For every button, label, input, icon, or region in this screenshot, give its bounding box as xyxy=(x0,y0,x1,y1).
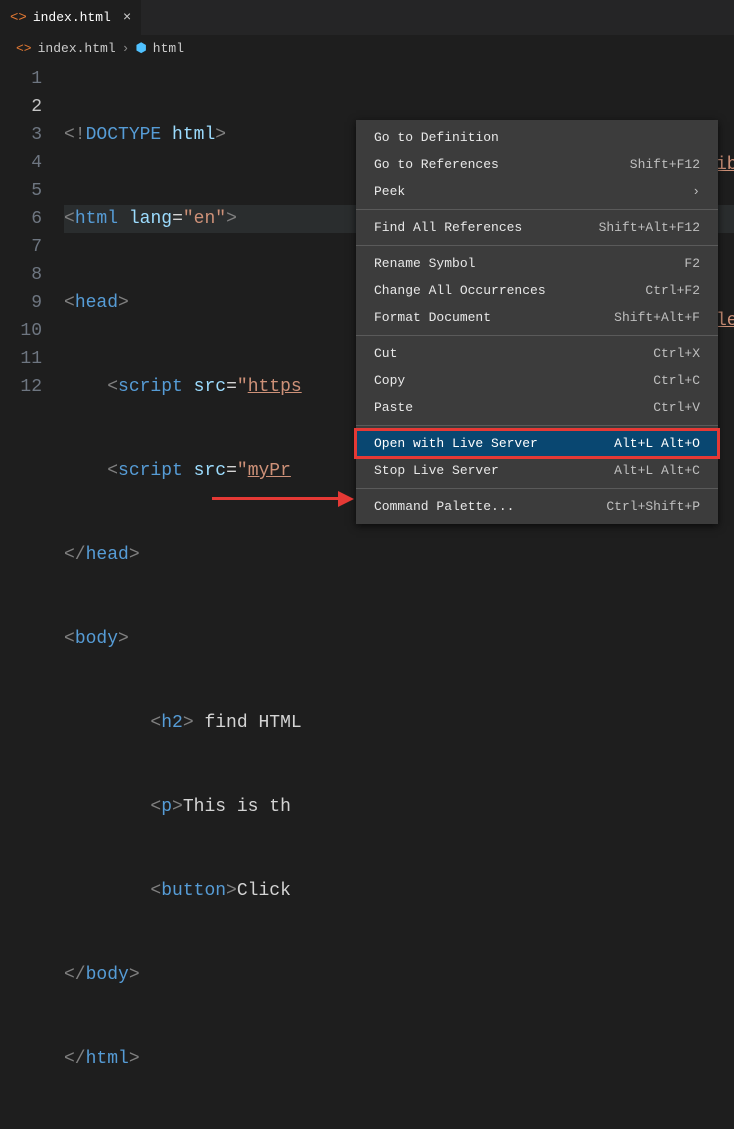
breadcrumb-symbol: html xyxy=(153,41,184,56)
menu-rename-symbol[interactable]: Rename SymbolF2 xyxy=(356,250,718,277)
line-number: 4 xyxy=(0,149,42,177)
breadcrumb[interactable]: <> index.html › ⬢ html xyxy=(0,35,734,61)
menu-cut[interactable]: CutCtrl+X xyxy=(356,340,718,367)
html-file-icon: <> xyxy=(16,41,32,56)
menu-find-all-references[interactable]: Find All ReferencesShift+Alt+F12 xyxy=(356,214,718,241)
code-line: </body> xyxy=(64,961,734,989)
line-number: 1 xyxy=(0,65,42,93)
menu-format-document[interactable]: Format DocumentShift+Alt+F xyxy=(356,304,718,331)
html-file-icon: <> xyxy=(10,10,27,26)
context-menu: Go to Definition Go to ReferencesShift+F… xyxy=(356,120,718,524)
tab-label: index.html xyxy=(33,10,111,25)
chevron-right-icon: › xyxy=(692,184,700,199)
menu-peek[interactable]: Peek› xyxy=(356,178,718,205)
tab-bar: <> index.html × xyxy=(0,0,734,35)
code-line: <p>This is th xyxy=(64,793,734,821)
line-number: 2 xyxy=(0,93,42,121)
menu-copy[interactable]: CopyCtrl+C xyxy=(356,367,718,394)
menu-separator xyxy=(356,335,718,336)
symbol-icon: ⬢ xyxy=(135,41,146,56)
line-number: 3 xyxy=(0,121,42,149)
line-number: 10 xyxy=(0,317,42,345)
menu-separator xyxy=(356,488,718,489)
menu-separator xyxy=(356,245,718,246)
line-number: 11 xyxy=(0,345,42,373)
menu-command-palette[interactable]: Command Palette...Ctrl+Shift+P xyxy=(356,493,718,520)
obscured-text: ibs xyxy=(716,155,734,175)
obscured-text: le xyxy=(716,311,734,331)
line-number: 6 xyxy=(0,205,42,233)
line-number: 5 xyxy=(0,177,42,205)
breadcrumb-file: index.html xyxy=(38,41,116,56)
line-number: 12 xyxy=(0,373,42,401)
menu-paste[interactable]: PasteCtrl+V xyxy=(356,394,718,421)
close-icon[interactable]: × xyxy=(123,10,131,26)
menu-go-to-definition[interactable]: Go to Definition xyxy=(356,124,718,151)
code-line: <button>Click xyxy=(64,877,734,905)
line-number: 9 xyxy=(0,289,42,317)
line-number: 7 xyxy=(0,233,42,261)
code-line: </html> xyxy=(64,1045,734,1073)
chevron-right-icon: › xyxy=(122,41,130,56)
line-number-gutter: 1 2 3 4 5 6 7 8 9 10 11 12 xyxy=(0,65,64,1129)
code-line: <body> xyxy=(64,625,734,653)
code-line: <h2> find HTML xyxy=(64,709,734,737)
menu-change-all-occurrences[interactable]: Change All OccurrencesCtrl+F2 xyxy=(356,277,718,304)
menu-open-with-live-server[interactable]: Open with Live ServerAlt+L Alt+O xyxy=(356,430,718,457)
menu-go-to-references[interactable]: Go to ReferencesShift+F12 xyxy=(356,151,718,178)
line-number: 8 xyxy=(0,261,42,289)
tab-index-html[interactable]: <> index.html × xyxy=(0,0,142,35)
menu-separator xyxy=(356,425,718,426)
code-line: </head> xyxy=(64,541,734,569)
menu-separator xyxy=(356,209,718,210)
menu-stop-live-server[interactable]: Stop Live ServerAlt+L Alt+C xyxy=(356,457,718,484)
